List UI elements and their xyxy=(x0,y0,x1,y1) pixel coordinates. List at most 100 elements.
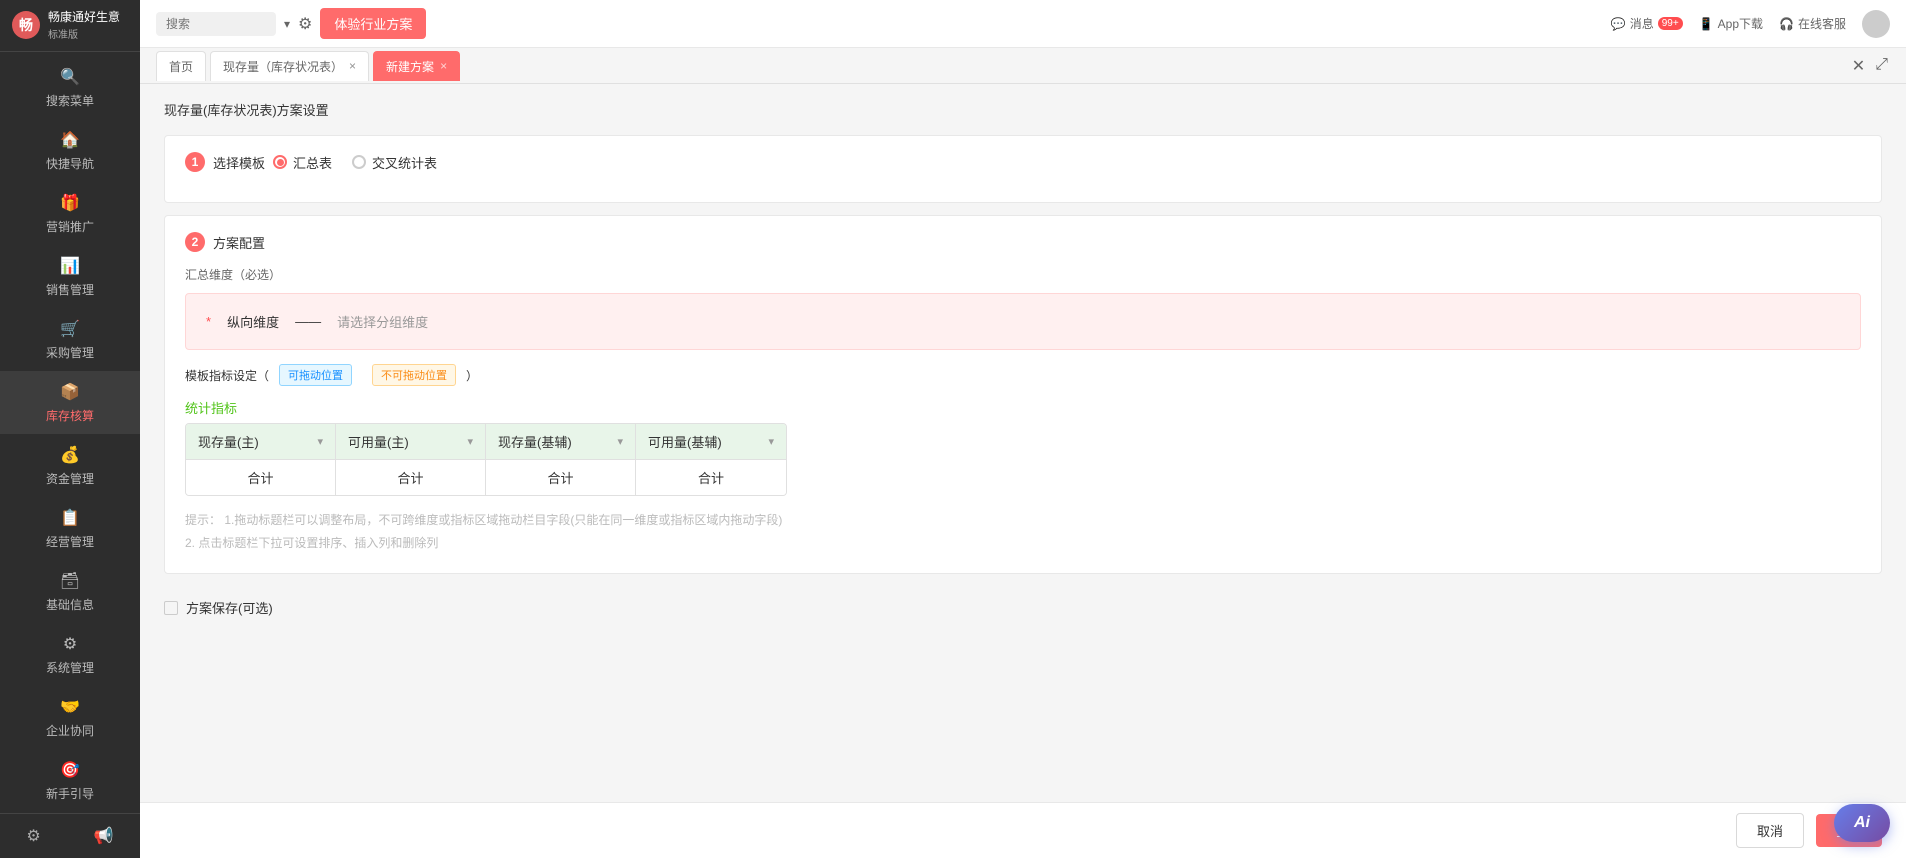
stats-section: 统计指标 现存量(主) ▾ 可用量(主) ▾ 现存量(基辅) xyxy=(185,398,1861,499)
sidebar-label-shortcut: 快捷导航 xyxy=(46,155,94,172)
save-option-label: 方案保存(可选) xyxy=(186,598,273,617)
stats-table-data-row: 合计 合计 合计 合计 xyxy=(186,459,786,495)
step1-title: 选择模板 xyxy=(213,153,265,172)
radio-summary-label: 汇总表 xyxy=(293,153,332,172)
home-icon: 🏠 xyxy=(59,129,81,151)
col-label-1: 可用量(主) xyxy=(348,432,409,451)
tab-new-plan-close-icon[interactable]: × xyxy=(440,59,447,73)
sidebar-label-search: 搜索菜单 xyxy=(46,92,94,109)
tab-new-plan[interactable]: 新建方案 × xyxy=(373,51,460,81)
col-arrow-0[interactable]: ▾ xyxy=(317,435,323,448)
msg-icon: 💬 xyxy=(1611,17,1626,31)
sidebar-bottom: ⚙ 📢 xyxy=(0,813,140,858)
cancel-button[interactable]: 取消 xyxy=(1736,813,1804,848)
gear-icon: ⚙ xyxy=(59,633,81,655)
sidebar-item-marketing[interactable]: 🎁 营销推广 xyxy=(0,182,140,245)
sidebar-item-shortcut[interactable]: 🏠 快捷导航 xyxy=(0,119,140,182)
sidebar-item-search[interactable]: 🔍 搜索菜单 xyxy=(0,56,140,119)
sidebar-item-finance[interactable]: 💰 资金管理 xyxy=(0,434,140,497)
sidebar-item-operation[interactable]: 📋 经营管理 xyxy=(0,497,140,560)
brand-info: 畅康通好生意 标准版 xyxy=(48,10,120,41)
radio-cross[interactable]: 交叉统计表 xyxy=(352,153,437,172)
indicator-label-text: 模板指标设定（ xyxy=(185,367,269,384)
col-arrow-3[interactable]: ▾ xyxy=(768,435,774,448)
sidebar-item-inventory[interactable]: 📦 库存核算 xyxy=(0,371,140,434)
sidebar-item-cooperation[interactable]: 🤝 企业协同 xyxy=(0,686,140,749)
msg-btn[interactable]: 💬 消息 99+ xyxy=(1611,15,1683,32)
tab-inventory-label: 现存量（库存状况表） xyxy=(223,58,343,75)
step1-card: 1 选择模板 汇总表 交叉统计表 xyxy=(164,135,1882,203)
sidebar-item-purchase[interactable]: 🛒 采购管理 xyxy=(0,308,140,371)
stats-col-0[interactable]: 现存量(主) ▾ xyxy=(186,424,336,459)
step1-badge: 1 xyxy=(185,152,205,172)
service-label: 在线客服 xyxy=(1798,15,1846,32)
tabbar-right: ✕ ⤢ xyxy=(1850,54,1890,78)
dimension-selector[interactable]: * 纵向维度 —— 请选择分组维度 xyxy=(185,293,1861,350)
topbar-dropdown[interactable]: ▾ xyxy=(284,17,290,31)
page-title: 现存量(库存状况表)方案设置 xyxy=(164,100,1882,119)
tab-home[interactable]: 首页 xyxy=(156,51,206,81)
sidebar-label-operation: 经营管理 xyxy=(46,533,94,550)
msg-label: 消息 xyxy=(1630,15,1654,32)
sidebar-item-guide[interactable]: 🎯 新手引导 xyxy=(0,749,140,812)
window-expand-icon[interactable]: ⤢ xyxy=(1873,54,1890,78)
template-radio-group: 汇总表 交叉统计表 xyxy=(273,153,437,172)
ai-float-button[interactable]: Ai xyxy=(1834,804,1890,842)
sidebar-label-inventory: 库存核算 xyxy=(46,407,94,424)
tab-inventory-close-icon[interactable]: × xyxy=(349,59,356,73)
dim-required-mark: * xyxy=(206,314,211,329)
radio-summary-circle xyxy=(273,155,287,169)
chart-icon: 📊 xyxy=(59,255,81,277)
box-icon: 📦 xyxy=(59,381,81,403)
col-arrow-2[interactable]: ▾ xyxy=(617,435,623,448)
speaker-icon[interactable]: 📢 xyxy=(86,822,122,850)
sidebar-item-basic[interactable]: 🗃 基础信息 xyxy=(0,560,140,623)
step2-header: 2 方案配置 xyxy=(185,232,1861,252)
sidebar-label-sales: 销售管理 xyxy=(46,281,94,298)
stats-table-header-row: 现存量(主) ▾ 可用量(主) ▾ 现存量(基辅) ▾ 可用量(基辅) xyxy=(186,424,786,459)
bottom-bar: 取消 查询 xyxy=(140,802,1906,858)
tips-section: 提示： 1.拖动标题栏可以调整布局，不可跨维度或指标区域拖动栏目字段(只能在同一… xyxy=(185,511,1861,553)
brand-area: 畅 畅康通好生意 标准版 xyxy=(0,0,140,52)
target-icon: 🎯 xyxy=(59,759,81,781)
tab-inventory-status[interactable]: 现存量（库存状况表） × xyxy=(210,51,369,81)
msg-badge: 99+ xyxy=(1658,17,1683,30)
mobile-download-icon: 📱 xyxy=(1699,17,1714,31)
handshake-icon: 🤝 xyxy=(59,696,81,718)
sidebar-label-purchase: 采购管理 xyxy=(46,344,94,361)
dim-separator: —— xyxy=(295,314,321,329)
gift-icon: 🎁 xyxy=(59,192,81,214)
tab-home-label: 首页 xyxy=(169,58,193,75)
headset-icon: 🎧 xyxy=(1779,17,1794,31)
col-arrow-1[interactable]: ▾ xyxy=(467,435,473,448)
radio-cross-circle xyxy=(352,155,366,169)
sidebar-label-finance: 资金管理 xyxy=(46,470,94,487)
main-area: ▾ ⚙ 体验行业方案 💬 消息 99+ 📱 App下载 🎧 在线客服 首页 xyxy=(140,0,1906,858)
brand-logo: 畅 xyxy=(12,11,40,39)
radio-summary[interactable]: 汇总表 xyxy=(273,153,332,172)
brand-name: 畅康通好生意 xyxy=(48,10,120,26)
search-input[interactable] xyxy=(156,12,276,36)
window-close-icon[interactable]: ✕ xyxy=(1850,54,1867,78)
sidebar-item-system[interactable]: ⚙ 系统管理 xyxy=(0,623,140,686)
app-download-btn[interactable]: 📱 App下载 xyxy=(1699,15,1763,32)
col-label-2: 现存量(基辅) xyxy=(498,432,572,451)
indicator-suffix: ） xyxy=(466,367,478,384)
brand-edition: 标准版 xyxy=(48,26,120,41)
topbar: ▾ ⚙ 体验行业方案 💬 消息 99+ 📱 App下载 🎧 在线客服 xyxy=(140,0,1906,48)
stats-col-1[interactable]: 可用量(主) ▾ xyxy=(336,424,486,459)
sidebar: 畅 畅康通好生意 标准版 🔍 搜索菜单 🏠 快捷导航 🎁 营销推广 📊 销售管理… xyxy=(0,0,140,858)
service-btn[interactable]: 🎧 在线客服 xyxy=(1779,15,1846,32)
tip-1: 提示： 1.拖动标题栏可以调整布局，不可跨维度或指标区域拖动栏目字段(只能在同一… xyxy=(185,511,1861,530)
settings-icon[interactable]: ⚙ xyxy=(18,822,48,850)
stats-col-3[interactable]: 可用量(基辅) ▾ xyxy=(636,424,786,459)
avatar[interactable] xyxy=(1862,10,1890,38)
dim-placeholder-text: 请选择分组维度 xyxy=(337,312,428,331)
content-area: 现存量(库存状况表)方案设置 1 选择模板 汇总表 交叉统计表 xyxy=(140,84,1906,802)
industry-btn[interactable]: 体验行业方案 xyxy=(320,8,426,39)
sidebar-item-sales[interactable]: 📊 销售管理 xyxy=(0,245,140,308)
topbar-gear-icon[interactable]: ⚙ xyxy=(298,14,312,34)
stats-col-2[interactable]: 现存量(基辅) ▾ xyxy=(486,424,636,459)
indicator-tag-draggable: 可拖动位置 xyxy=(279,364,352,386)
save-checkbox[interactable] xyxy=(164,601,178,615)
